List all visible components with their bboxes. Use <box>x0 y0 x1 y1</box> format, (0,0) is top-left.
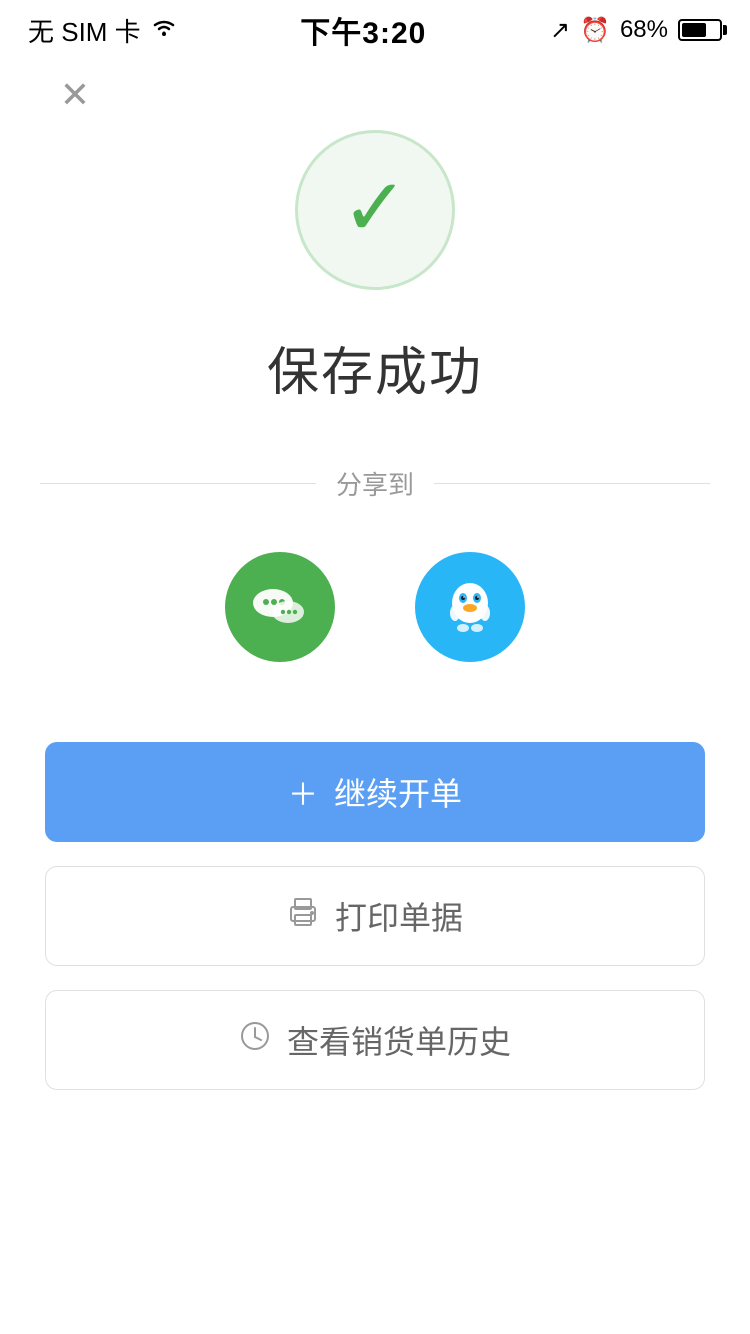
status-bar: 无 SIM 卡 下午3:20 ↗ ⏰ 68% <box>0 0 750 60</box>
action-buttons: ＋ 继续开单 打印单据 <box>45 742 705 1090</box>
checkmark-icon: ✓ <box>341 168 408 248</box>
clock-icon <box>239 1020 271 1060</box>
wechat-icon <box>248 575 313 640</box>
status-right: ↗ ⏰ 68% <box>550 16 722 45</box>
main-content: ✓ 保存成功 分享到 <box>0 60 750 1090</box>
share-label: 分享到 <box>336 465 414 502</box>
share-icons <box>40 552 710 662</box>
alarm-icon: ⏰ <box>580 16 610 45</box>
share-section: 分享到 <box>0 465 750 662</box>
continue-label: 继续开单 <box>334 769 462 815</box>
success-title: 保存成功 <box>267 330 483 405</box>
wechat-share-button[interactable] <box>225 552 335 662</box>
location-icon: ↗ <box>550 16 570 45</box>
status-left: 无 SIM 卡 <box>28 12 177 49</box>
close-button[interactable]: ✕ <box>50 70 100 120</box>
history-label: 查看销货单历史 <box>287 1017 511 1063</box>
status-time: 下午3:20 <box>300 8 426 52</box>
carrier-text: 无 SIM 卡 <box>28 12 141 49</box>
print-label: 打印单据 <box>335 893 463 939</box>
divider-left <box>40 483 316 484</box>
success-circle: ✓ <box>295 130 455 290</box>
wifi-icon <box>151 17 177 43</box>
divider-right <box>434 483 710 484</box>
close-icon: ✕ <box>60 74 90 116</box>
print-icon <box>287 897 319 935</box>
print-button[interactable]: 打印单据 <box>45 866 705 966</box>
battery-icon <box>678 19 722 41</box>
plus-icon: ＋ <box>288 770 318 814</box>
continue-button[interactable]: ＋ 继续开单 <box>45 742 705 842</box>
share-divider: 分享到 <box>40 465 710 502</box>
qq-share-button[interactable] <box>415 552 525 662</box>
history-button[interactable]: 查看销货单历史 <box>45 990 705 1090</box>
qq-icon <box>441 575 499 640</box>
battery-percent: 68% <box>620 16 668 44</box>
